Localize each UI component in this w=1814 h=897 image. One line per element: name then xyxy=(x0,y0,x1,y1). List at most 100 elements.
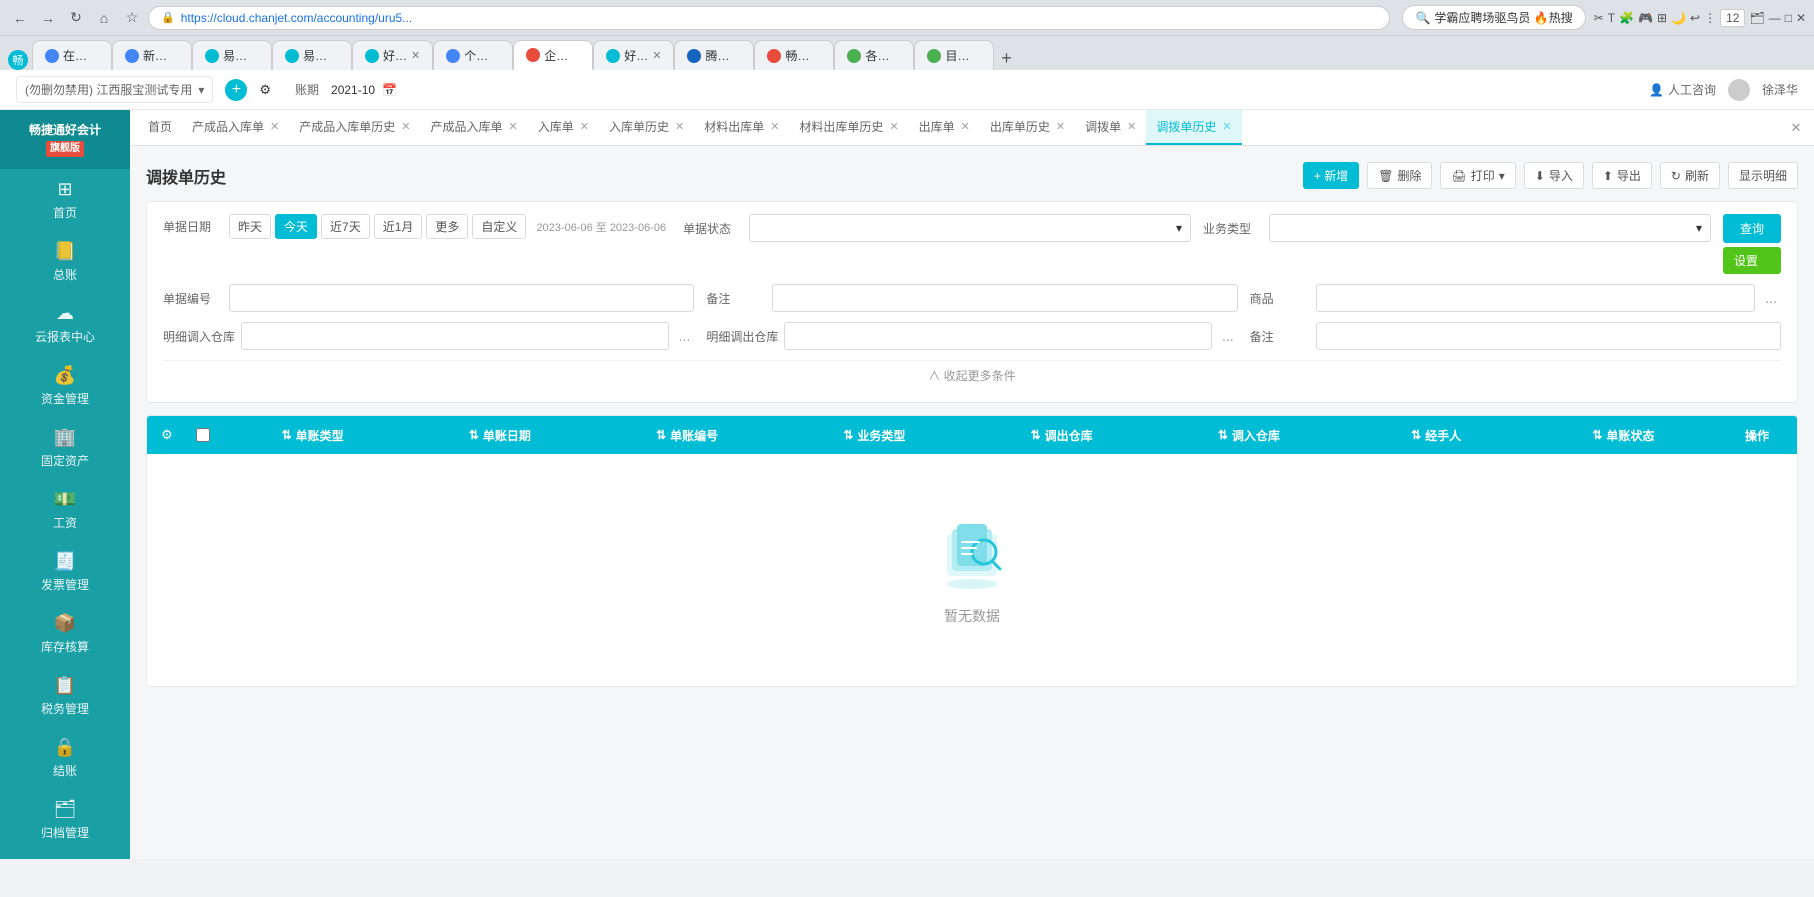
page-tab-9[interactable]: 出库单历史 ✕ xyxy=(980,110,1075,145)
date-btn-more[interactable]: 更多 xyxy=(426,214,468,239)
browser-tab-7[interactable]: 企… xyxy=(513,40,593,70)
page-tab-5[interactable]: 入库单历史 ✕ xyxy=(599,110,694,145)
settings-link[interactable]: ⚙ xyxy=(259,82,271,98)
date-btn-today[interactable]: 今天 xyxy=(275,214,317,239)
user-avatar[interactable] xyxy=(1728,79,1750,101)
sidebar-item-report[interactable]: ☁ 云报表中心 xyxy=(0,293,130,355)
date-btn-1month[interactable]: 近1月 xyxy=(374,214,423,239)
doc-no-input[interactable] xyxy=(229,284,694,312)
detail-out-input[interactable] xyxy=(784,322,1212,350)
sidebar-item-assets[interactable]: 🏢 固定资产 xyxy=(0,417,130,479)
detail-in-dots-btn[interactable]: ... xyxy=(675,328,695,344)
sidebar-item-ledger[interactable]: 📒 总账 xyxy=(0,231,130,293)
sort-icon-type[interactable]: ⇅ xyxy=(282,428,292,442)
tab-close-page-10[interactable]: ✕ xyxy=(1127,120,1136,133)
close-btn[interactable]: ✕ xyxy=(1796,11,1806,25)
biz-type-select[interactable]: ▾ xyxy=(1269,214,1711,242)
page-tab-4[interactable]: 入库单 ✕ xyxy=(528,110,599,145)
service-button[interactable]: 👤 人工咨询 xyxy=(1649,81,1716,98)
home-button[interactable]: ⌂ xyxy=(92,6,116,30)
browser-tab-3[interactable]: 易… xyxy=(192,40,272,70)
sidebar-item-home[interactable]: ⊞ 首页 xyxy=(0,169,130,231)
sort-icon-out[interactable]: ⇅ xyxy=(1031,428,1041,442)
page-tab-8[interactable]: 出库单 ✕ xyxy=(909,110,980,145)
sort-icon-date[interactable]: ⇅ xyxy=(469,428,479,442)
settings-button[interactable]: 设置 xyxy=(1723,247,1781,274)
page-tab-2[interactable]: 产成品入库单历史 ✕ xyxy=(289,110,420,145)
detail-out-dots-btn[interactable]: ... xyxy=(1218,328,1238,344)
browser-tab-1[interactable]: 在… xyxy=(32,40,112,70)
table-select-all[interactable] xyxy=(187,428,219,442)
detail-remark-input[interactable] xyxy=(1316,322,1781,350)
print-button[interactable]: 🖨 打印 ▾ xyxy=(1440,162,1515,189)
calendar-icon[interactable]: 📅 xyxy=(382,83,397,97)
search-bar[interactable]: 🔍 学霸应聘场驱鸟员 🔥热搜 xyxy=(1402,5,1585,30)
add-circle-icon[interactable]: + xyxy=(225,79,247,101)
sort-icon-biz[interactable]: ⇅ xyxy=(843,428,853,442)
tab-close-5[interactable]: ✕ xyxy=(411,49,420,62)
select-all-checkbox[interactable] xyxy=(196,428,210,442)
page-tab-6[interactable]: 材料出库单 ✕ xyxy=(694,110,789,145)
page-tab-home[interactable]: 首页 xyxy=(138,110,182,145)
sidebar-item-archive[interactable]: 🗂 归档管理 xyxy=(0,789,130,851)
tab-close-page-3[interactable]: ✕ xyxy=(509,120,518,133)
star-button[interactable]: ☆ xyxy=(120,6,144,30)
sort-icon-status[interactable]: ⇅ xyxy=(1592,428,1602,442)
minimize-btn[interactable]: — xyxy=(1769,11,1781,25)
tab-close-page-7[interactable]: ✕ xyxy=(889,120,898,133)
date-btn-yesterday[interactable]: 昨天 xyxy=(229,214,271,239)
browser-tab-6[interactable]: 个… xyxy=(433,40,513,70)
user-name[interactable]: 徐泽华 xyxy=(1762,81,1798,98)
collapse-bar[interactable]: ∧ 收起更多条件 xyxy=(163,360,1781,390)
tab-close-page-2[interactable]: ✕ xyxy=(401,120,410,133)
browser-tab-10[interactable]: 畅… xyxy=(754,40,834,70)
tab-close-page-8[interactable]: ✕ xyxy=(961,120,970,133)
refresh-button[interactable]: ↻ xyxy=(64,6,88,30)
sidebar-item-tax[interactable]: 📋 税务管理 xyxy=(0,665,130,727)
export-button[interactable]: ⬆ 导出 xyxy=(1592,162,1652,189)
delete-button[interactable]: 🗑 删除 xyxy=(1367,162,1432,189)
tab-close-page-11[interactable]: ✕ xyxy=(1222,120,1231,133)
browser-tab-5[interactable]: 好… ✕ xyxy=(352,40,433,70)
tab-close-page-1[interactable]: ✕ xyxy=(270,120,279,133)
sidebar-item-payroll[interactable]: 💵 工资 xyxy=(0,479,130,541)
query-button[interactable]: 查询 xyxy=(1723,214,1781,243)
browser-tab-12[interactable]: 目… xyxy=(914,40,994,70)
browser-tab-8[interactable]: 好… ✕ xyxy=(593,40,674,70)
page-tab-7[interactable]: 材料出库单历史 ✕ xyxy=(789,110,908,145)
address-bar[interactable]: 🔒 https://cloud.chanjet.com/accounting/u… xyxy=(148,6,1390,30)
doc-status-select[interactable]: ▾ xyxy=(749,214,1191,242)
sidebar-item-close[interactable]: 🔒 结账 xyxy=(0,727,130,789)
page-tab-1[interactable]: 产成品入库单 ✕ xyxy=(182,110,289,145)
close-all-tabs-btn[interactable]: ✕ xyxy=(1786,118,1806,138)
page-tab-10[interactable]: 调拨单 ✕ xyxy=(1075,110,1146,145)
sort-icon-no[interactable]: ⇅ xyxy=(656,428,666,442)
add-book-btn[interactable]: + xyxy=(225,79,247,101)
goods-input[interactable] xyxy=(1316,284,1756,312)
remark-input[interactable] xyxy=(772,284,1237,312)
detail-in-input[interactable] xyxy=(241,322,669,350)
browser-tab-11[interactable]: 各… xyxy=(834,40,914,70)
sidebar-item-finance[interactable]: 💰 资金管理 xyxy=(0,355,130,417)
back-button[interactable]: ← xyxy=(8,6,32,30)
sidebar-item-inventory[interactable]: 📦 库存核算 xyxy=(0,603,130,665)
new-button[interactable]: + 新增 xyxy=(1303,162,1359,189)
sort-icon-in[interactable]: ⇅ xyxy=(1218,428,1228,442)
tab-close-page-9[interactable]: ✕ xyxy=(1056,120,1065,133)
tab-close-page-4[interactable]: ✕ xyxy=(580,120,589,133)
tab-close-page-6[interactable]: ✕ xyxy=(770,120,779,133)
new-tab-button[interactable]: + xyxy=(994,46,1018,70)
goods-dots-btn[interactable]: ... xyxy=(1761,290,1781,306)
browser-tab-2[interactable]: 新… xyxy=(112,40,192,70)
display-details-btn[interactable]: 显示明细 xyxy=(1728,162,1798,189)
tab-close-8[interactable]: ✕ xyxy=(652,49,661,62)
sort-icon-handler[interactable]: ⇅ xyxy=(1411,428,1421,442)
maximize-btn[interactable]: □ xyxy=(1785,11,1792,25)
page-tab-3[interactable]: 产成品入库单 ✕ xyxy=(420,110,527,145)
browser-tab-4[interactable]: 易… xyxy=(272,40,352,70)
import-button[interactable]: ⬇ 导入 xyxy=(1524,162,1584,189)
tab-close-page-5[interactable]: ✕ xyxy=(675,120,684,133)
date-btn-7days[interactable]: 近7天 xyxy=(321,214,370,239)
refresh-button[interactable]: ↻ 刷新 xyxy=(1660,162,1720,189)
forward-button[interactable]: → xyxy=(36,6,60,30)
